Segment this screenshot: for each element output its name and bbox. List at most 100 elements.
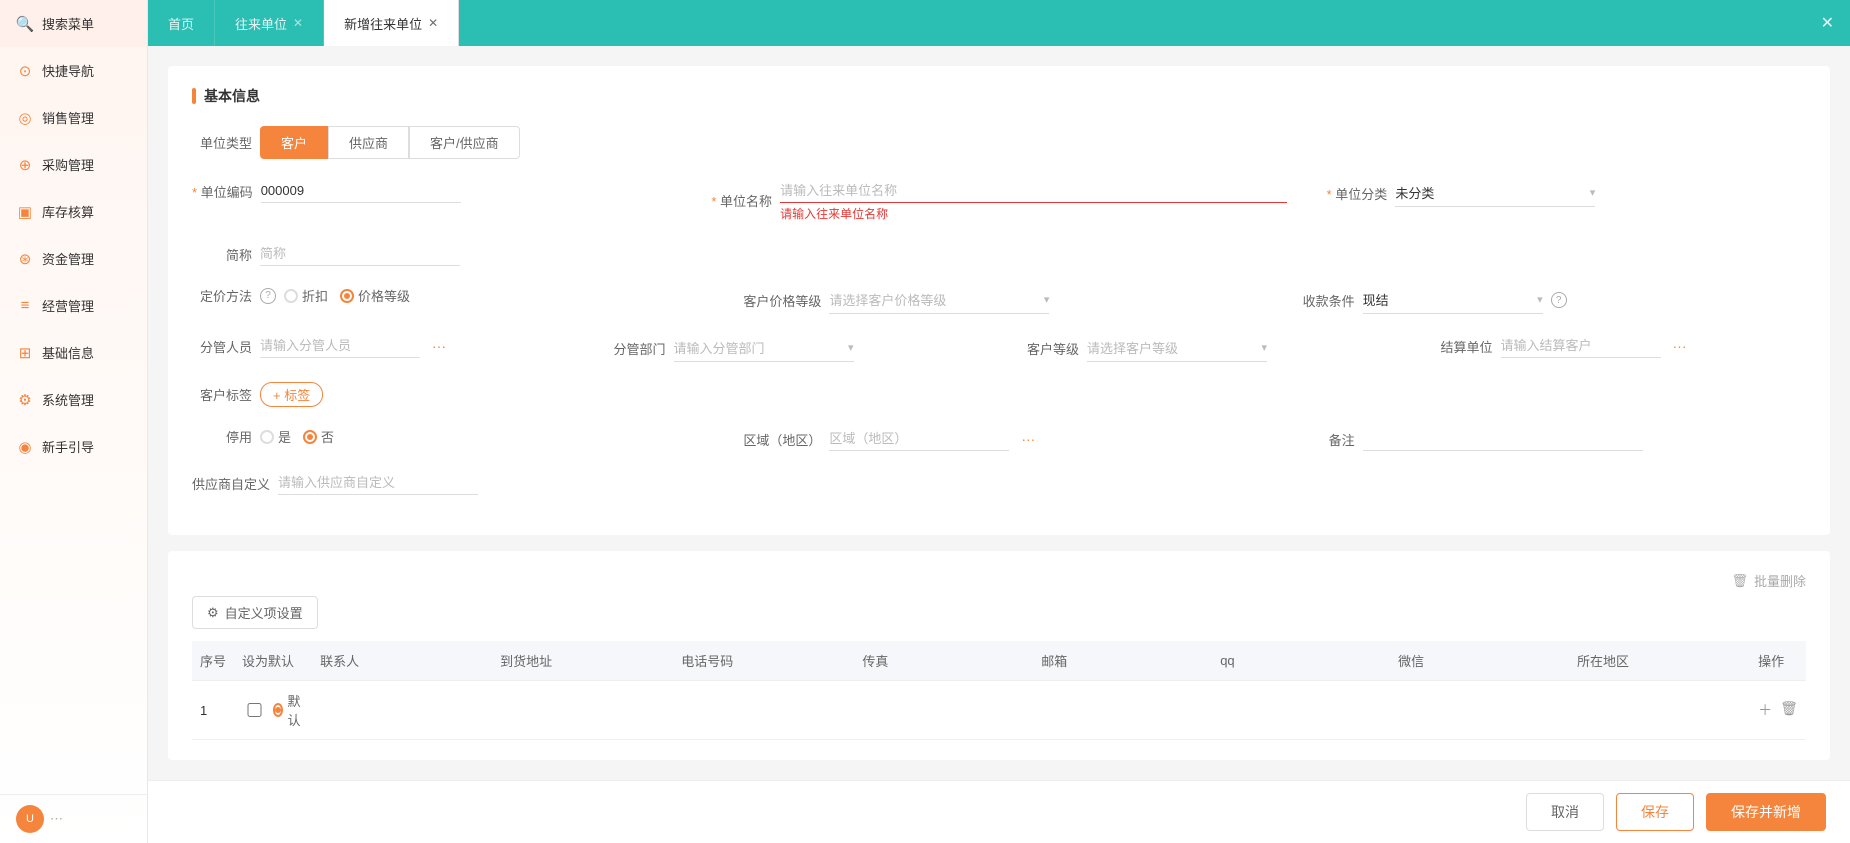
finance-icon: ⊛ [16, 250, 34, 268]
cell-wechat[interactable] [1390, 681, 1569, 740]
unit-code-input[interactable] [261, 179, 461, 203]
payment-terms-select[interactable]: 现结 ▾ [1363, 286, 1543, 314]
manager-input[interactable] [260, 334, 420, 358]
row-checkbox[interactable] [242, 703, 267, 717]
payment-terms-field: 收款条件 现结 ▾ ? [1295, 286, 1806, 314]
sidebar-item-purchase[interactable]: ⊕ 采购管理 [0, 141, 147, 188]
sidebar: 🔍 搜索菜单 ⊙ 快捷导航 ◎ 销售管理 ⊕ 采购管理 ▣ 库存核算 ⊛ 资金管… [0, 0, 148, 843]
sidebar-item-guide[interactable]: ◉ 新手引导 [0, 423, 147, 470]
add-tag-button[interactable]: + 标签 [260, 382, 323, 407]
customer-level-chevron: ▾ [1261, 341, 1267, 354]
batch-delete-btn[interactable]: 🗑 批量删除 [192, 571, 1806, 590]
wechat-input[interactable] [1398, 703, 1561, 718]
save-button[interactable]: 保存 [1616, 793, 1694, 831]
settlement-more-btn[interactable]: ··· [1673, 338, 1687, 354]
cell-qq[interactable] [1212, 681, 1390, 740]
pricing-help-icon[interactable]: ? [260, 288, 276, 304]
pricing-method-label: 定价方法 [192, 286, 252, 305]
sidebar-item-system[interactable]: ⚙ 系统管理 [0, 376, 147, 423]
contact-input[interactable] [320, 703, 484, 718]
btn-both[interactable]: 客户/供应商 [409, 126, 520, 159]
pricing-method-field: 定价方法 ? 折扣 价格等级 [192, 286, 703, 305]
pricing-row: 定价方法 ? 折扣 价格等级 客户价格 [192, 286, 1806, 314]
customer-tag-field: 客户标签 + 标签 [192, 382, 1806, 407]
sidebar-item-sales[interactable]: ◎ 销售管理 [0, 94, 147, 141]
manager-field: 分管人员 ··· [192, 334, 566, 358]
settlement-unit-input[interactable] [1501, 334, 1661, 358]
tab-bar: 首页 往来单位 ✕ 新增往来单位 ✕ ✕ [148, 0, 1850, 46]
tab-home[interactable]: 首页 [148, 0, 215, 46]
tab-add-partner[interactable]: 新增往来单位 ✕ [324, 0, 459, 46]
sidebar-item-finance[interactable]: ⊛ 资金管理 [0, 235, 147, 282]
contact-table: 序号 设为默认 联系人 到货地址 电话号码 传真 邮箱 qq 微信 所在地区 操… [192, 641, 1806, 740]
unit-category-select[interactable]: 未分类 ▾ [1395, 179, 1595, 207]
add-row-btn[interactable]: ＋ [1758, 700, 1772, 720]
cell-contact[interactable] [312, 681, 492, 740]
disabled-field: 停用 是 否 [192, 427, 703, 446]
custom-settings-label: 自定义项设置 [225, 603, 303, 622]
short-name-input[interactable] [260, 242, 460, 266]
col-address: 到货地址 [492, 641, 673, 681]
main-area: 首页 往来单位 ✕ 新增往来单位 ✕ ✕ 基本信息 单位类型 客户 [148, 0, 1850, 843]
delete-row-btn[interactable]: 🗑 [1780, 700, 1798, 720]
btn-customer[interactable]: 客户 [260, 126, 328, 159]
customer-price-level-select[interactable]: 请选择客户价格等级 ▾ [829, 286, 1049, 314]
radio-discount[interactable]: 折扣 [284, 286, 328, 305]
supplier-custom-input[interactable] [278, 471, 478, 495]
cell-address[interactable] [492, 681, 673, 740]
tab-partner-list[interactable]: 往来单位 ✕ [215, 0, 324, 46]
cancel-button[interactable]: 取消 [1526, 793, 1604, 831]
cell-phone[interactable] [673, 681, 854, 740]
sidebar-item-quick-nav[interactable]: ⊙ 快捷导航 [0, 47, 147, 94]
sidebar-item-inventory[interactable]: ▣ 库存核算 [0, 188, 147, 235]
sidebar-item-basic[interactable]: ⊞ 基础信息 [0, 329, 147, 376]
sidebar-item-label: 快捷导航 [42, 61, 94, 80]
tab-add-partner-label: 新增往来单位 [344, 14, 422, 33]
manager-more-btn[interactable]: ··· [432, 338, 446, 354]
region-label: 区域（地区） [743, 430, 821, 449]
batch-delete-label: 批量删除 [1754, 571, 1806, 590]
tab-add-partner-close[interactable]: ✕ [428, 16, 438, 30]
tab-home-label: 首页 [168, 14, 194, 33]
cell-seq: 1 [192, 681, 234, 740]
customer-level-field: 客户等级 请选择客户等级 ▾ [1019, 334, 1393, 362]
cell-fax[interactable] [854, 681, 1033, 740]
radio-price-level[interactable]: 价格等级 [340, 286, 410, 305]
dept-select[interactable]: 请输入分管部门 ▾ [674, 334, 854, 362]
fax-input[interactable] [862, 703, 1025, 718]
email-input[interactable] [1041, 703, 1204, 718]
unit-name-input[interactable] [780, 179, 1287, 203]
region-table-input[interactable] [1577, 703, 1742, 718]
btn-supplier[interactable]: 供应商 [328, 126, 409, 159]
sidebar-item-label: 系统管理 [42, 390, 94, 409]
tab-bar-close-all[interactable]: ✕ [1805, 0, 1850, 46]
payment-terms-label: 收款条件 [1295, 291, 1355, 310]
col-wechat: 微信 [1390, 641, 1569, 681]
phone-input[interactable] [681, 703, 846, 718]
sidebar-item-operations[interactable]: ≡ 经营管理 [0, 282, 147, 329]
sidebar-item-label: 新手引导 [42, 437, 94, 456]
add-tag-label: + 标签 [273, 385, 310, 404]
cell-default: 默认 [234, 681, 312, 740]
save-add-button[interactable]: 保存并新增 [1706, 793, 1826, 831]
radio-disabled-yes[interactable]: 是 [260, 427, 291, 446]
default-radio[interactable]: 默认 [273, 691, 304, 729]
radio-disabled-no[interactable]: 否 [303, 427, 334, 446]
radio-no-dot [303, 430, 317, 444]
col-action: 操作 [1750, 641, 1806, 681]
tab-partner-list-close[interactable]: ✕ [293, 16, 303, 30]
custom-settings-button[interactable]: ⚙ 自定义项设置 [192, 596, 318, 629]
payment-help-icon[interactable]: ? [1551, 292, 1567, 308]
cell-region[interactable] [1569, 681, 1750, 740]
unit-type-field: 单位类型 客户 供应商 客户/供应商 [192, 126, 1806, 159]
cell-email[interactable] [1033, 681, 1212, 740]
unit-type-row: 单位类型 客户 供应商 客户/供应商 [192, 126, 1806, 159]
customer-level-select[interactable]: 请选择客户等级 ▾ [1087, 334, 1267, 362]
sidebar-search-label: 搜索菜单 [42, 14, 94, 33]
qq-input[interactable] [1220, 703, 1382, 718]
address-input[interactable] [500, 703, 665, 718]
remark-input[interactable] [1363, 427, 1643, 451]
region-input[interactable] [829, 427, 1009, 451]
sidebar-search[interactable]: 🔍 搜索菜单 [0, 0, 147, 47]
region-more-btn[interactable]: ··· [1021, 431, 1035, 447]
